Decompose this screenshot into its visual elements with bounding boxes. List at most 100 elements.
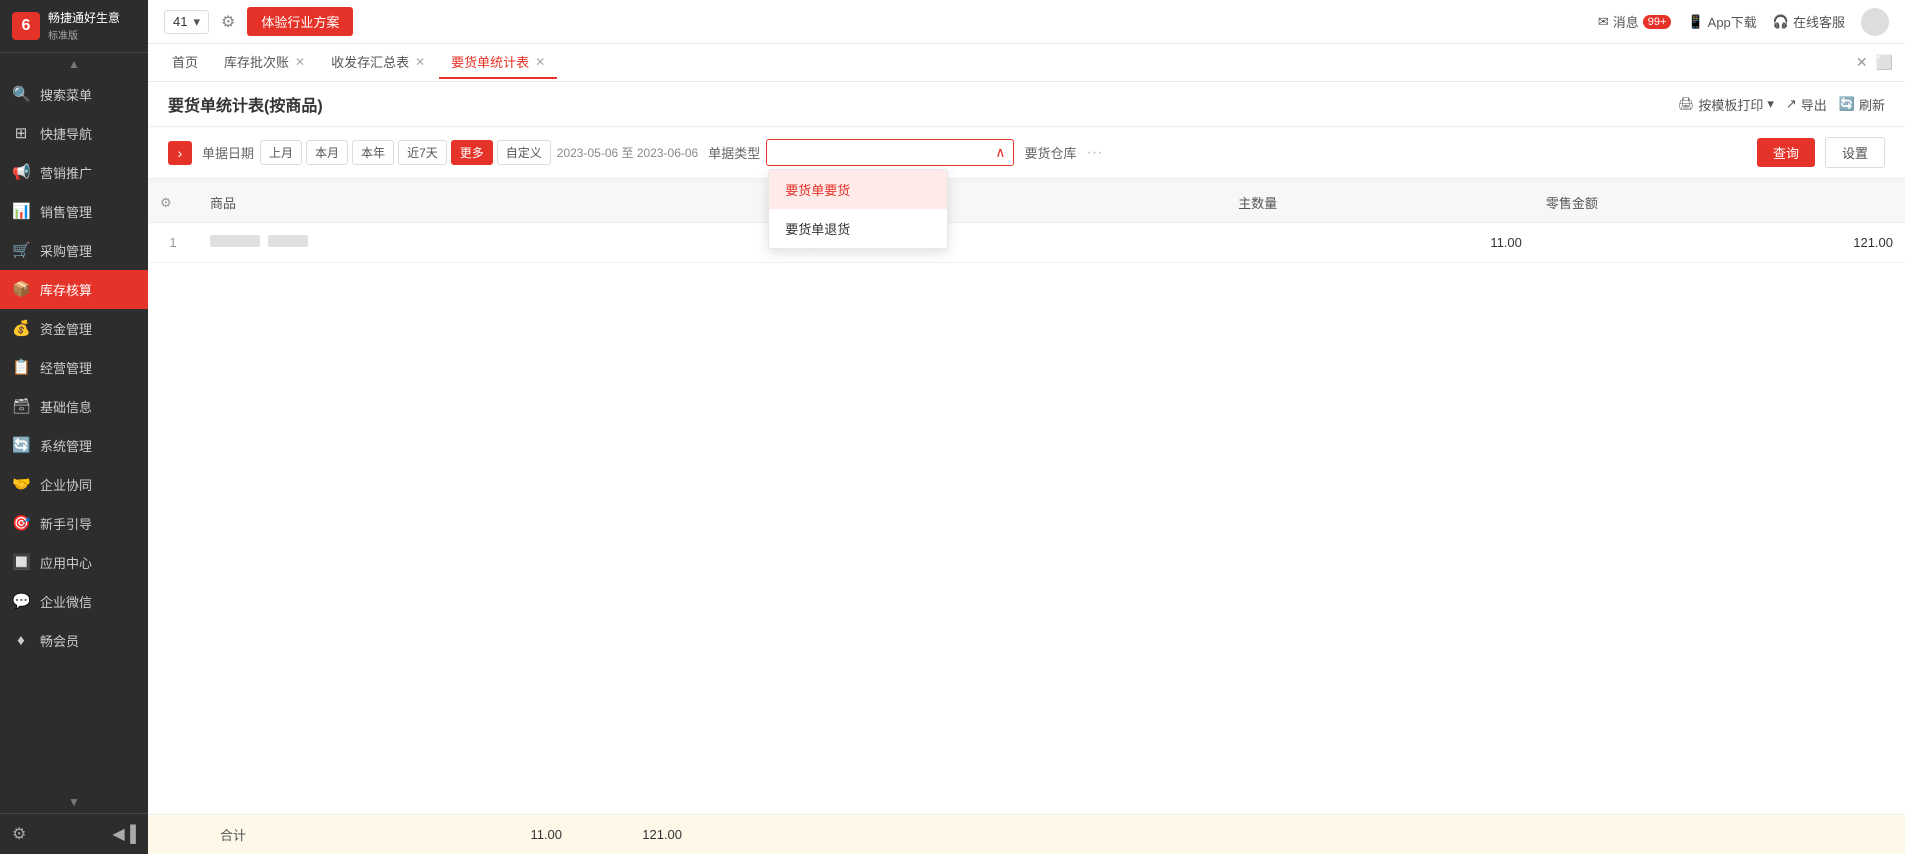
goods-placeholder-2 [268, 235, 308, 247]
warehouse-filter-group: 要货仓库 ··· [1024, 143, 1106, 162]
doc-type-dropdown-menu: 要货单要货 要货单退货 [768, 169, 948, 249]
store-number: 41 [173, 14, 187, 29]
footer-label: 合计 [160, 825, 246, 844]
sidebar-item-purchase[interactable]: 🛒 采购管理 [0, 231, 148, 270]
message-icon: ✉ [1598, 14, 1609, 30]
doc-type-chevron-icon[interactable]: ∧ [987, 140, 1013, 165]
tab-close-recv-summary[interactable]: ✕ [415, 55, 425, 69]
th-qty: 主数量 [1226, 183, 1534, 223]
doc-type-dropdown: 要货单要货 要货单退货 [768, 169, 948, 249]
data-table: ⚙ 商品 主计量单位 主数量 零售金额 1 [148, 183, 1905, 263]
chevron-down-icon: ▾ [193, 14, 200, 30]
sidebar-item-guide[interactable]: 🎯 新手引导 [0, 504, 148, 543]
warehouse-label: 要货仓库 [1024, 143, 1076, 162]
sidebar-item-enterprise[interactable]: 🤝 企业协同 [0, 465, 148, 504]
table-footer: 合计 11.00 121.00 [148, 814, 1905, 854]
sidebar-item-system[interactable]: 🔄 系统管理 [0, 426, 148, 465]
goods-placeholder-1 [210, 235, 260, 247]
th-setting: ⚙ [148, 183, 198, 223]
doc-type-input[interactable] [767, 141, 987, 164]
sidebar-item-inventory[interactable]: 📦 库存核算 [0, 270, 148, 309]
tab-recv-summary[interactable]: 收发存汇总表 ✕ [319, 46, 437, 79]
date-btn-prev[interactable]: 上月 [260, 140, 302, 165]
sidebar-item-operation[interactable]: 📋 经营管理 [0, 348, 148, 387]
phone-icon: 📱 [1687, 14, 1703, 30]
dropdown-item-order-return[interactable]: 要货单退货 [769, 209, 947, 248]
topbar-gear-icon[interactable]: ⚙ [221, 12, 235, 32]
column-settings-icon[interactable]: ⚙ [160, 195, 172, 210]
set-btn[interactable]: 设置 [1825, 137, 1885, 168]
sales-icon: 📊 [12, 202, 30, 220]
dropdown-item-order-goods[interactable]: 要货单要货 [769, 170, 947, 209]
sidebar-collapse-icon[interactable]: ◀▐ [112, 824, 136, 844]
warehouse-dots-icon[interactable]: ··· [1083, 144, 1107, 162]
date-label: 单据日期 [202, 143, 254, 162]
date-range: 2023-05-06 至 2023-06-06 [557, 144, 698, 161]
messages-btn[interactable]: ✉ 消息 99+ [1598, 12, 1672, 31]
date-btn-week7[interactable]: 近7天 [398, 140, 447, 165]
messages-badge: 99+ [1643, 15, 1672, 29]
row-amount: 121.00 [1534, 223, 1905, 263]
sidebar-item-wechat[interactable]: 💬 企业微信 [0, 582, 148, 621]
topbar-right: ✉ 消息 99+ 📱 App下载 🎧 在线客服 [1598, 8, 1889, 36]
search-menu[interactable]: 🔍 搜索菜单 [0, 75, 148, 114]
member-icon: ♦ [12, 632, 30, 649]
date-filter-group: 单据日期 上月 本月 本年 近7天 更多 自定义 2023-05-06 至 20… [202, 140, 698, 165]
industry-btn[interactable]: 体验行业方案 [247, 7, 353, 36]
finance-icon: 💰 [12, 319, 30, 337]
topbar: 41 ▾ ⚙ 体验行业方案 ✉ 消息 99+ 📱 App下载 🎧 在线客服 [148, 0, 1905, 44]
sidebar-settings-icon[interactable]: ⚙ [12, 824, 26, 844]
page-actions: 🖨 按模板打印 ▾ ↗ 导出 🔄 刷新 [1678, 95, 1885, 114]
date-btn-curr[interactable]: 本月 [306, 140, 348, 165]
marketing-icon: 📢 [12, 163, 30, 181]
tab-order-stat[interactable]: 要货单统计表 ✕ [439, 46, 557, 79]
store-selector[interactable]: 41 ▾ [164, 10, 209, 34]
print-icon: 🖨 [1678, 96, 1695, 112]
table-row: 1 块 11.00 121.00 [148, 223, 1905, 263]
app-download-btn[interactable]: 📱 App下载 [1687, 12, 1756, 31]
tab-close-all-icon[interactable]: ✕ [1856, 54, 1868, 71]
date-btn-year[interactable]: 本年 [352, 140, 394, 165]
sidebar-scroll-down[interactable]: ▼ [0, 791, 148, 813]
quick-nav-icon: ⊞ [12, 124, 30, 142]
user-avatar[interactable] [1861, 8, 1889, 36]
sidebar-item-sales[interactable]: 📊 销售管理 [0, 192, 148, 231]
sidebar-scroll-up[interactable]: ▲ [0, 53, 148, 75]
date-btn-more[interactable]: 更多 [451, 140, 493, 165]
logo-icon: 6 [12, 12, 40, 40]
tab-close-stock-batch[interactable]: ✕ [295, 55, 305, 69]
date-btn-custom[interactable]: 自定义 [497, 140, 551, 165]
inventory-icon: 📦 [12, 280, 30, 298]
row-goods [198, 223, 792, 263]
print-btn[interactable]: 🖨 按模板打印 ▾ [1678, 95, 1774, 114]
tabs-bar: 首页 库存批次账 ✕ 收发存汇总表 ✕ 要货单统计表 ✕ ✕ ⬜ [148, 44, 1905, 82]
tab-expand-icon[interactable]: ⬜ [1876, 54, 1893, 71]
sidebar-item-app-center[interactable]: 🔲 应用中心 [0, 543, 148, 582]
online-service-btn[interactable]: 🎧 在线客服 [1773, 12, 1845, 31]
sidebar-item-basic-info[interactable]: 🗃 基础信息 [0, 387, 148, 426]
sidebar: 6 畅捷通好生意 标准版 ▲ 🔍 搜索菜单 ⊞ 快捷导航 📢 营销推广 📊 销售… [0, 0, 148, 854]
operation-icon: 📋 [12, 358, 30, 376]
app-center-icon: 🔲 [12, 553, 30, 571]
search-icon: 🔍 [12, 85, 30, 103]
sidebar-nav: ⊞ 快捷导航 📢 营销推广 📊 销售管理 🛒 采购管理 📦 库存核算 💰 资金管… [0, 114, 148, 791]
topbar-left: 41 ▾ ⚙ 体验行业方案 [164, 7, 353, 36]
query-btn[interactable]: 查询 [1757, 138, 1815, 167]
refresh-btn[interactable]: 🔄 刷新 [1839, 95, 1885, 114]
filter-toggle-btn[interactable]: › [168, 141, 192, 165]
app-name: 畅捷通好生意 [48, 10, 120, 27]
sidebar-item-member[interactable]: ♦ 畅会员 [0, 621, 148, 660]
wechat-icon: 💬 [12, 592, 30, 610]
tab-home[interactable]: 首页 [160, 46, 210, 79]
sidebar-item-quick-nav[interactable]: ⊞ 快捷导航 [0, 114, 148, 153]
doc-type-input-wrap: ∧ [766, 139, 1014, 166]
sidebar-item-finance[interactable]: 💰 资金管理 [0, 309, 148, 348]
tab-close-order-stat[interactable]: ✕ [535, 55, 545, 69]
system-icon: 🔄 [12, 436, 30, 454]
export-btn[interactable]: ↗ 导出 [1786, 95, 1827, 114]
tab-stock-batch[interactable]: 库存批次账 ✕ [212, 46, 317, 79]
th-goods: 商品 [198, 183, 792, 223]
purchase-icon: 🛒 [12, 241, 30, 259]
sidebar-item-marketing[interactable]: 📢 营销推广 [0, 153, 148, 192]
sidebar-bottom: ⚙ ◀▐ [0, 813, 148, 854]
